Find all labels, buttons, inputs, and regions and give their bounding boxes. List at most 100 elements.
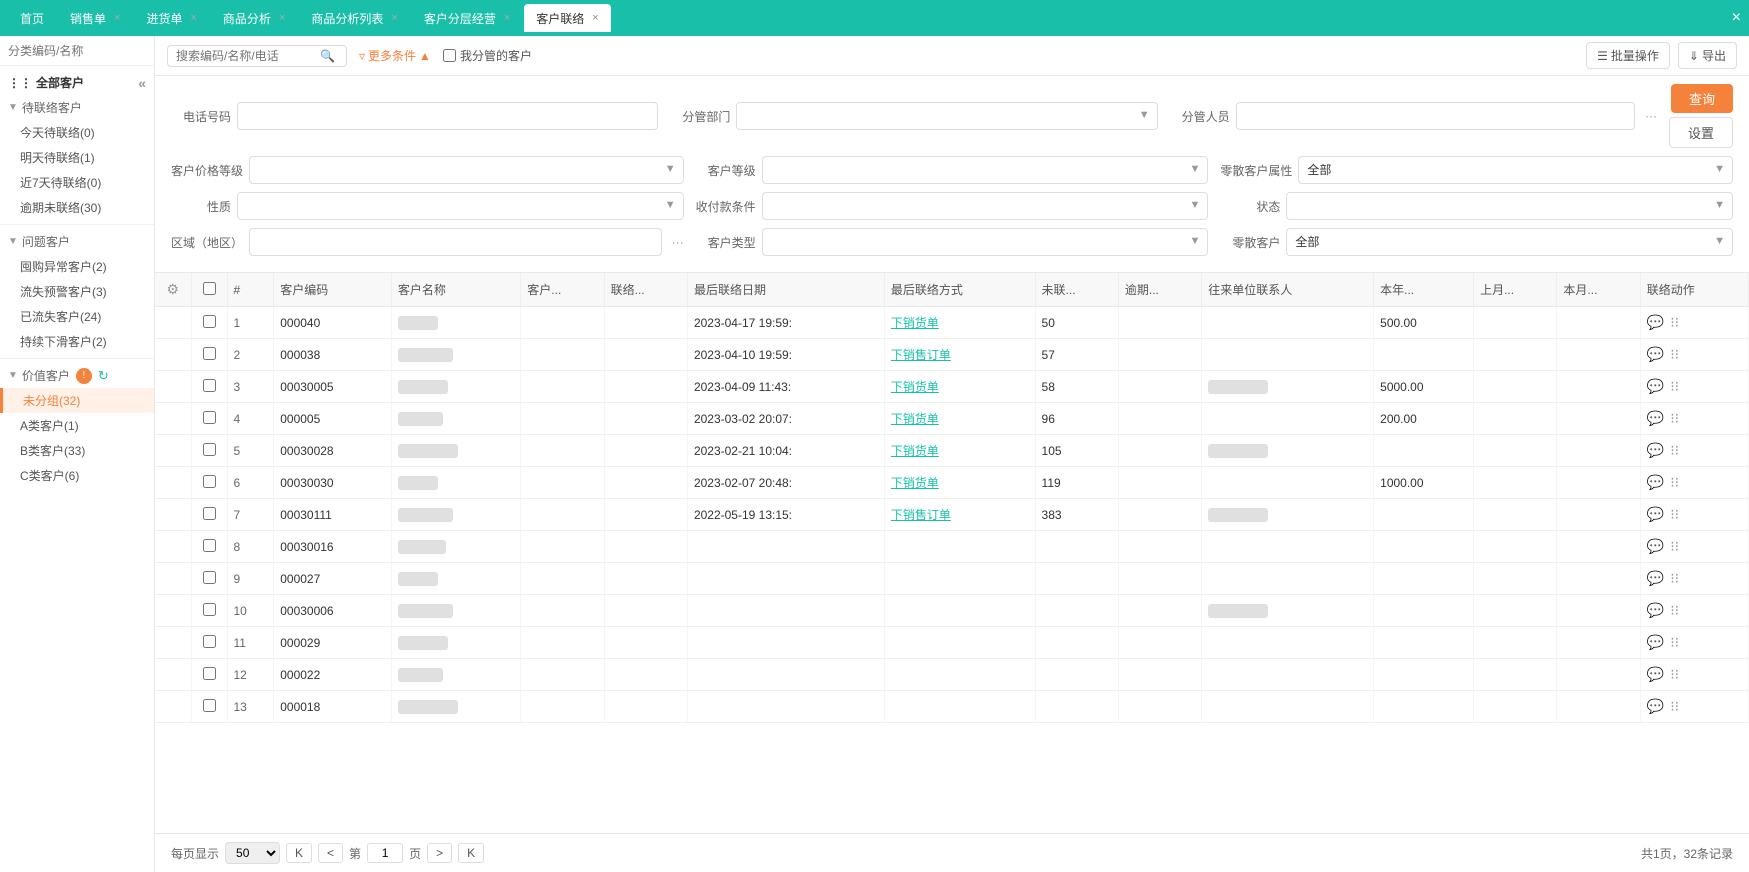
filter-status-select[interactable] — [1286, 192, 1733, 220]
row-checkbox-12[interactable] — [203, 699, 216, 712]
more-action-icon-11[interactable]: ⁝⁝ — [1670, 666, 1679, 683]
page-number-input[interactable] — [367, 843, 403, 863]
row-checkbox-0[interactable] — [203, 315, 216, 328]
last-method-link-5[interactable]: 下销货单 — [891, 476, 939, 490]
per-page-select[interactable]: 50 100 200 — [225, 842, 280, 864]
row-checkbox-9[interactable] — [203, 603, 216, 616]
filter-scatter-cust-select[interactable]: 全部 — [1286, 228, 1733, 256]
sidebar-item-ungroup[interactable]: 未分组(32) — [0, 388, 154, 413]
filter-cust-type-select[interactable] — [762, 228, 1209, 256]
settings-icon[interactable]: ⚙ — [166, 281, 179, 297]
sidebar-item-overdue[interactable]: 逾期未联络(30) — [0, 195, 154, 220]
region-dots-icon[interactable]: ··· — [672, 235, 684, 249]
row-checkbox-7[interactable] — [203, 539, 216, 552]
filter-cust-level-select[interactable] — [762, 156, 1209, 184]
last-method-link-0[interactable]: 下销货单 — [891, 316, 939, 330]
tab-analysis[interactable]: 商品分析 × — [211, 4, 297, 32]
prev-page-button[interactable]: < — [318, 843, 343, 863]
contact-action-icon-2[interactable]: 💬 — [1647, 378, 1664, 395]
contact-action-icon-3[interactable]: 💬 — [1647, 410, 1664, 427]
sidebar-item-churning[interactable]: 流失预警客户(3) — [0, 279, 154, 304]
sidebar-item-class-b[interactable]: B类客户(33) — [0, 438, 154, 463]
batch-op-button[interactable]: ☰ 批量操作 — [1586, 42, 1670, 69]
contact-action-icon-8[interactable]: 💬 — [1647, 570, 1664, 587]
more-action-icon-0[interactable]: ⁝⁝ — [1670, 314, 1679, 331]
more-action-icon-10[interactable]: ⁝⁝ — [1670, 634, 1679, 651]
sidebar-item-declining[interactable]: 持续下滑客户(2) — [0, 329, 154, 354]
sidebar-item-abnormal[interactable]: 囤购异常客户(2) — [0, 254, 154, 279]
tab-home[interactable]: 首页 — [8, 4, 56, 32]
more-action-icon-6[interactable]: ⁝⁝ — [1670, 506, 1679, 523]
row-checkbox-5[interactable] — [203, 475, 216, 488]
refresh-icon[interactable]: ↻ — [98, 368, 109, 384]
last-method-link-6[interactable]: 下销售订单 — [891, 508, 951, 522]
more-action-icon-3[interactable]: ⁝⁝ — [1670, 410, 1679, 427]
sidebar-item-class-c[interactable]: C类客户(6) — [0, 463, 154, 488]
contact-action-icon-5[interactable]: 💬 — [1647, 474, 1664, 491]
filter-price-level-select[interactable] — [249, 156, 684, 184]
sidebar-item-tomorrow[interactable]: 明天待联络(1) — [0, 145, 154, 170]
sidebar-item-7days[interactable]: 近7天待联络(0) — [0, 170, 154, 195]
more-action-icon-2[interactable]: ⁝⁝ — [1670, 378, 1679, 395]
contact-action-icon-9[interactable]: 💬 — [1647, 602, 1664, 619]
tab-customer-contact-close[interactable]: × — [592, 12, 598, 24]
row-checkbox-3[interactable] — [203, 411, 216, 424]
row-checkbox-10[interactable] — [203, 635, 216, 648]
more-action-icon-1[interactable]: ⁝⁝ — [1670, 346, 1679, 363]
filter-dept-select[interactable] — [736, 102, 1157, 130]
last-method-link-2[interactable]: 下销货单 — [891, 380, 939, 394]
tab-analysis-list-close[interactable]: × — [391, 12, 397, 24]
tab-customer-segment-close[interactable]: × — [504, 12, 510, 24]
sidebar-item-churned[interactable]: 已流失客户(24) — [0, 304, 154, 329]
row-checkbox-1[interactable] — [203, 347, 216, 360]
sidebar-item-class-a[interactable]: A类客户(1) — [0, 413, 154, 438]
first-page-button[interactable]: K — [286, 843, 312, 863]
more-action-icon-4[interactable]: ⁝⁝ — [1670, 442, 1679, 459]
all-customers-header[interactable]: ⋮⋮ 全部客户 « — [0, 66, 154, 95]
tab-sales[interactable]: 销售单 × — [58, 4, 132, 32]
last-method-link-3[interactable]: 下销货单 — [891, 412, 939, 426]
filter-nature-select[interactable] — [237, 192, 684, 220]
score-group[interactable]: ▼ 价值客户 ! ↻ — [0, 363, 154, 388]
my-customers-checkbox[interactable] — [443, 49, 456, 62]
more-action-icon-5[interactable]: ⁝⁝ — [1670, 474, 1679, 491]
contact-action-icon-1[interactable]: 💬 — [1647, 346, 1664, 363]
tab-customer-contact[interactable]: 客户联络 × — [524, 4, 610, 32]
last-page-button[interactable]: K — [458, 843, 484, 863]
sidebar-search-input[interactable] — [8, 44, 155, 58]
more-action-icon-9[interactable]: ⁝⁝ — [1670, 602, 1679, 619]
collapse-icon[interactable]: « — [138, 75, 146, 91]
more-action-icon-7[interactable]: ⁝⁝ — [1670, 538, 1679, 555]
filter-payment-select[interactable] — [762, 192, 1209, 220]
filter-manager-input[interactable] — [1236, 102, 1635, 130]
row-checkbox-6[interactable] — [203, 507, 216, 520]
last-method-link-4[interactable]: 下销货单 — [891, 444, 939, 458]
next-page-button[interactable]: > — [427, 843, 452, 863]
more-action-icon-12[interactable]: ⁝⁝ — [1670, 698, 1679, 715]
reset-button[interactable]: 设置 — [1669, 117, 1733, 148]
pending-group[interactable]: ▼ 待联络客户 — [0, 95, 154, 120]
more-conditions-button[interactable]: ▿ 更多条件 ▲ — [359, 47, 431, 64]
row-checkbox-4[interactable] — [203, 443, 216, 456]
more-action-icon-8[interactable]: ⁝⁝ — [1670, 570, 1679, 587]
problem-group[interactable]: ▼ 问题客户 — [0, 229, 154, 254]
sidebar-item-today[interactable]: 今天待联络(0) — [0, 120, 154, 145]
select-all-checkbox[interactable] — [203, 282, 216, 295]
row-checkbox-11[interactable] — [203, 667, 216, 680]
tab-purchase-close[interactable]: × — [190, 12, 196, 24]
tab-analysis-close[interactable]: × — [279, 12, 285, 24]
contact-action-icon-4[interactable]: 💬 — [1647, 442, 1664, 459]
filter-phone-input[interactable] — [237, 102, 658, 130]
row-checkbox-2[interactable] — [203, 379, 216, 392]
manager-dots-icon[interactable]: ··· — [1645, 109, 1657, 123]
contact-action-icon-7[interactable]: 💬 — [1647, 538, 1664, 555]
contact-action-icon-0[interactable]: 💬 — [1647, 314, 1664, 331]
contact-action-icon-11[interactable]: 💬 — [1647, 666, 1664, 683]
filter-scatter-attr-select[interactable]: 全部 — [1298, 156, 1733, 184]
contact-action-icon-12[interactable]: 💬 — [1647, 698, 1664, 715]
contact-action-icon-6[interactable]: 💬 — [1647, 506, 1664, 523]
row-checkbox-8[interactable] — [203, 571, 216, 584]
filter-region-input[interactable] — [249, 228, 662, 256]
tab-customer-segment[interactable]: 客户分层经营 × — [412, 4, 522, 32]
contact-action-icon-10[interactable]: 💬 — [1647, 634, 1664, 651]
